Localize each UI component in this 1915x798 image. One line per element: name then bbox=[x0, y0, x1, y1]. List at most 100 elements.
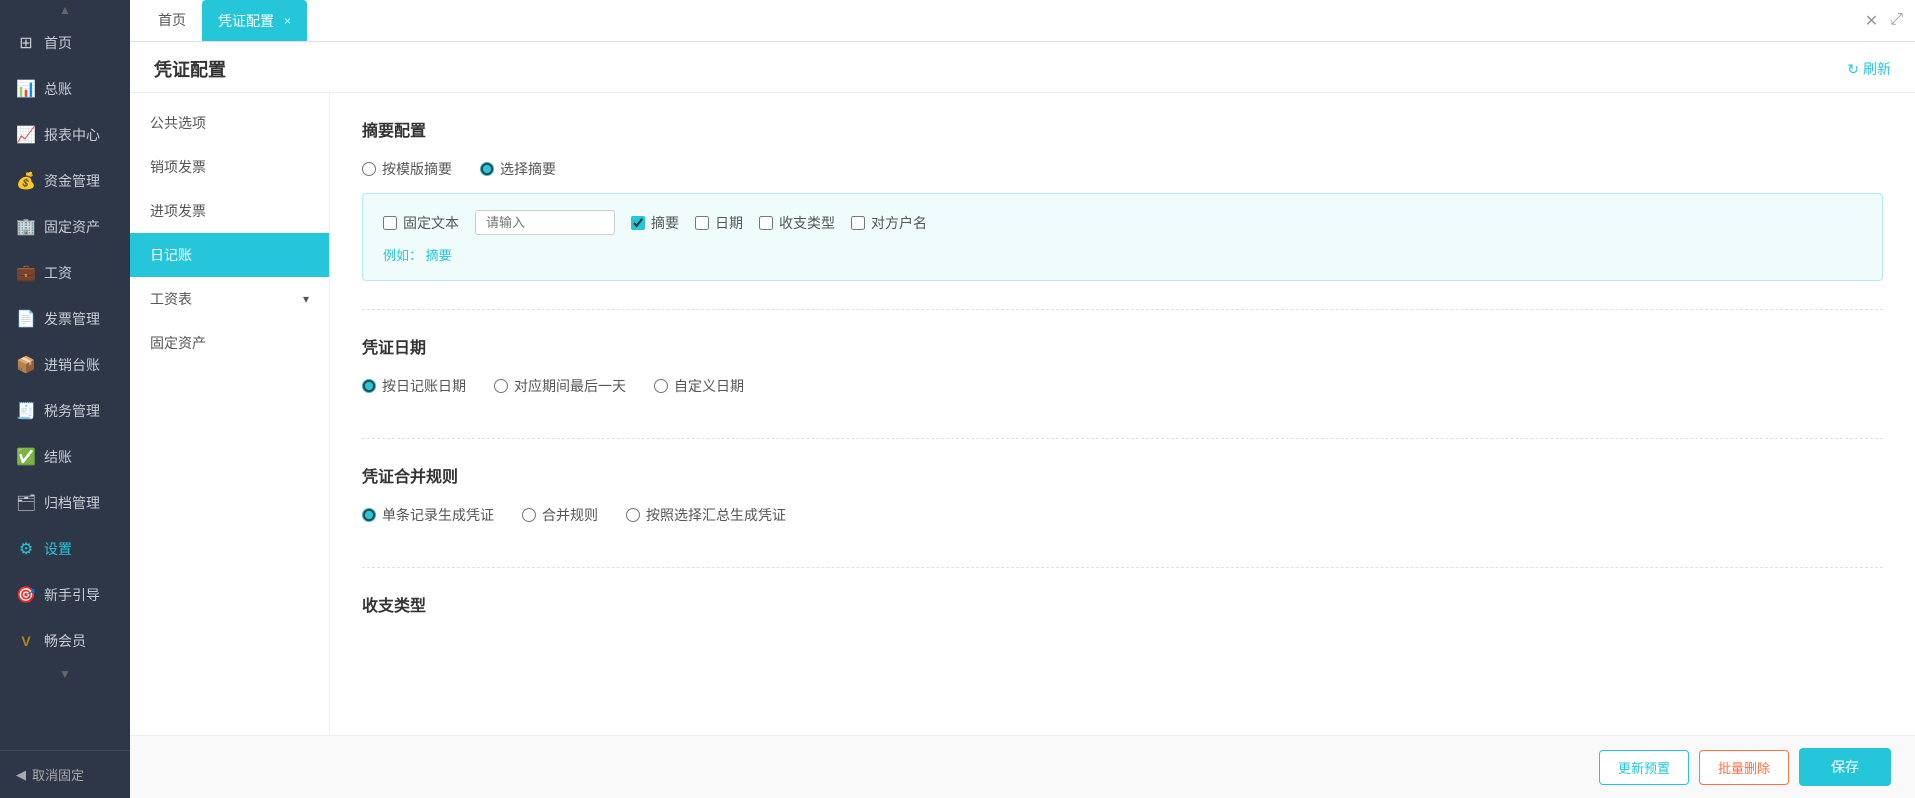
summary-row: 固定文本 摘要 日期 bbox=[383, 210, 1862, 235]
nav-item-payroll-table[interactable]: 工资表 ▾ bbox=[130, 277, 329, 321]
counterparty-checkbox-label[interactable]: 对方户名 bbox=[851, 213, 927, 233]
sidebar-unpin-button[interactable]: ◀ 取消固定 bbox=[0, 750, 130, 798]
tab-voucher-config[interactable]: 凭证配置 × bbox=[202, 0, 307, 41]
chevron-down-icon: ▾ bbox=[303, 292, 309, 306]
purchase-icon: 📦 bbox=[16, 355, 36, 375]
date-period-last-radio[interactable] bbox=[494, 379, 508, 393]
counterparty-checkbox[interactable] bbox=[851, 216, 865, 230]
date-custom-radio[interactable] bbox=[654, 379, 668, 393]
sidebar-item-home[interactable]: ⊞ 首页 bbox=[0, 20, 130, 66]
maximize-window-icon[interactable]: ⤢ bbox=[1890, 11, 1903, 31]
refresh-icon: ↻ bbox=[1847, 61, 1859, 78]
merge-rules-title: 凭证合并规则 bbox=[362, 463, 1883, 487]
date-period-last-label[interactable]: 对应期间最后一天 bbox=[494, 376, 626, 396]
summary-checkbox[interactable] bbox=[631, 216, 645, 230]
merge-summary-label[interactable]: 按照选择汇总生成凭证 bbox=[626, 505, 786, 525]
sidebar: ▲ ⊞ 首页 📊 总账 📈 报表中心 💰 资金管理 🏢 固定资产 💼 工资 📄 … bbox=[0, 0, 130, 798]
voucher-date-section: 凭证日期 按日记账日期 对应期间最后一天 自定义日期 bbox=[362, 334, 1883, 439]
tab-home[interactable]: 首页 bbox=[142, 0, 202, 41]
refresh-button[interactable]: ↻ 刷新 bbox=[1847, 59, 1891, 79]
page-header: 凭证配置 ↻ 刷新 bbox=[130, 42, 1915, 93]
sidebar-item-general-ledger[interactable]: 📊 总账 bbox=[0, 66, 130, 112]
merge-summary-radio[interactable] bbox=[626, 508, 640, 522]
summary-checkbox-label[interactable]: 摘要 bbox=[631, 213, 679, 233]
sidebar-item-archive[interactable]: 🗂 归档管理 bbox=[0, 480, 130, 526]
settings-icon: ⚙ bbox=[16, 539, 36, 559]
merge-rule-radio[interactable] bbox=[522, 508, 536, 522]
nav-item-public-options[interactable]: 公共选项 bbox=[130, 101, 329, 145]
nav-item-sales-invoice[interactable]: 销项发票 bbox=[130, 145, 329, 189]
date-checkbox-label[interactable]: 日期 bbox=[695, 213, 743, 233]
assets-icon: 🏢 bbox=[16, 217, 36, 237]
nav-item-journal[interactable]: 日记账 bbox=[130, 233, 329, 277]
sidebar-item-beginner-guide[interactable]: 🎯 新手引导 bbox=[0, 572, 130, 618]
date-custom-label[interactable]: 自定义日期 bbox=[654, 376, 744, 396]
archive-icon: 🗂 bbox=[16, 493, 36, 513]
sidebar-item-tax-management[interactable]: 🧾 税务管理 bbox=[0, 388, 130, 434]
update-preset-button[interactable]: 更新预置 bbox=[1599, 750, 1689, 785]
merge-single-radio[interactable] bbox=[362, 508, 376, 522]
settlement-icon: ✅ bbox=[16, 447, 36, 467]
income-type-section: 收支类型 bbox=[362, 592, 1883, 662]
save-button[interactable]: 保存 bbox=[1799, 748, 1891, 786]
nav-item-fixed-assets[interactable]: 固定资产 bbox=[130, 321, 329, 365]
sidebar-item-payroll[interactable]: 💼 工资 bbox=[0, 250, 130, 296]
main-area: 首页 凭证配置 × ✕ ⤢ 凭证配置 ↻ 刷新 公共选项 bbox=[130, 0, 1915, 798]
tab-close-button[interactable]: × bbox=[284, 14, 291, 28]
window-controls: ✕ ⤢ bbox=[1865, 11, 1903, 31]
date-journal-label[interactable]: 按日记账日期 bbox=[362, 376, 466, 396]
tax-icon: 🧾 bbox=[16, 401, 36, 421]
right-content: 摘要配置 按模版摘要 选择摘要 bbox=[330, 93, 1915, 735]
merge-single-label[interactable]: 单条记录生成凭证 bbox=[362, 505, 494, 525]
summary-config-section: 摘要配置 按模版摘要 选择摘要 bbox=[362, 117, 1883, 310]
page-title: 凭证配置 bbox=[154, 56, 226, 82]
close-window-icon[interactable]: ✕ bbox=[1865, 11, 1878, 31]
nav-item-purchase-invoice[interactable]: 进项发票 bbox=[130, 189, 329, 233]
report-icon: 📈 bbox=[16, 125, 36, 145]
summary-radio-group: 按模版摘要 选择摘要 bbox=[362, 159, 1883, 179]
sidebar-item-settings[interactable]: ⚙ 设置 bbox=[0, 526, 130, 572]
ledger-icon: 📊 bbox=[16, 79, 36, 99]
merge-rule-label[interactable]: 合并规则 bbox=[522, 505, 598, 525]
payroll-icon: 💼 bbox=[16, 263, 36, 283]
sidebar-item-report-center[interactable]: 📈 报表中心 bbox=[0, 112, 130, 158]
sidebar-item-settlement[interactable]: ✅ 结账 bbox=[0, 434, 130, 480]
example-text: 例如： 摘要 bbox=[383, 245, 1862, 264]
bottom-bar: 更新预置 批量删除 保存 bbox=[130, 735, 1915, 798]
date-journal-radio[interactable] bbox=[362, 379, 376, 393]
income-type-checkbox[interactable] bbox=[759, 216, 773, 230]
voucher-date-radio-group: 按日记账日期 对应期间最后一天 自定义日期 bbox=[362, 376, 1883, 396]
tab-bar: 首页 凭证配置 × ✕ ⤢ bbox=[130, 0, 1915, 42]
fixed-text-checkbox[interactable] bbox=[383, 216, 397, 230]
fund-icon: 💰 bbox=[16, 171, 36, 191]
fixed-text-input[interactable] bbox=[475, 210, 615, 235]
home-icon: ⊞ bbox=[16, 33, 36, 53]
sidebar-item-invoice-management[interactable]: 📄 发票管理 bbox=[0, 296, 130, 342]
summary-box: 固定文本 摘要 日期 bbox=[362, 193, 1883, 281]
voucher-date-title: 凭证日期 bbox=[362, 334, 1883, 358]
sidebar-scroll-up[interactable]: ▲ bbox=[0, 0, 130, 20]
summary-radio-template-input[interactable] bbox=[362, 162, 376, 176]
merge-rules-section: 凭证合并规则 单条记录生成凭证 合并规则 按照选择汇总生成凭证 bbox=[362, 463, 1883, 568]
guide-icon: 🎯 bbox=[16, 585, 36, 605]
summary-radio-template[interactable]: 按模版摘要 bbox=[362, 159, 452, 179]
content-area: 凭证配置 ↻ 刷新 公共选项 销项发票 进项发票 日记账 bbox=[130, 42, 1915, 798]
invoice-icon: 📄 bbox=[16, 309, 36, 329]
vip-icon: V bbox=[16, 633, 36, 649]
sidebar-item-purchase-sales[interactable]: 📦 进销台账 bbox=[0, 342, 130, 388]
summary-radio-select-input[interactable] bbox=[480, 162, 494, 176]
merge-rules-radio-group: 单条记录生成凭证 合并规则 按照选择汇总生成凭证 bbox=[362, 505, 1883, 525]
date-checkbox[interactable] bbox=[695, 216, 709, 230]
batch-delete-button[interactable]: 批量删除 bbox=[1699, 750, 1789, 785]
summary-config-title: 摘要配置 bbox=[362, 117, 1883, 141]
sidebar-item-vip[interactable]: V 畅会员 bbox=[0, 618, 130, 664]
left-nav: 公共选项 销项发票 进项发票 日记账 工资表 ▾ 固定资产 bbox=[130, 93, 330, 735]
body-layout: 公共选项 销项发票 进项发票 日记账 工资表 ▾ 固定资产 bbox=[130, 93, 1915, 735]
sidebar-item-fixed-assets[interactable]: 🏢 固定资产 bbox=[0, 204, 130, 250]
fixed-text-checkbox-label[interactable]: 固定文本 bbox=[383, 213, 459, 233]
sidebar-scroll-down[interactable]: ▼ bbox=[0, 664, 130, 684]
income-type-checkbox-label[interactable]: 收支类型 bbox=[759, 213, 835, 233]
summary-radio-select[interactable]: 选择摘要 bbox=[480, 159, 556, 179]
sidebar-item-fund-management[interactable]: 💰 资金管理 bbox=[0, 158, 130, 204]
income-type-title: 收支类型 bbox=[362, 592, 1883, 616]
